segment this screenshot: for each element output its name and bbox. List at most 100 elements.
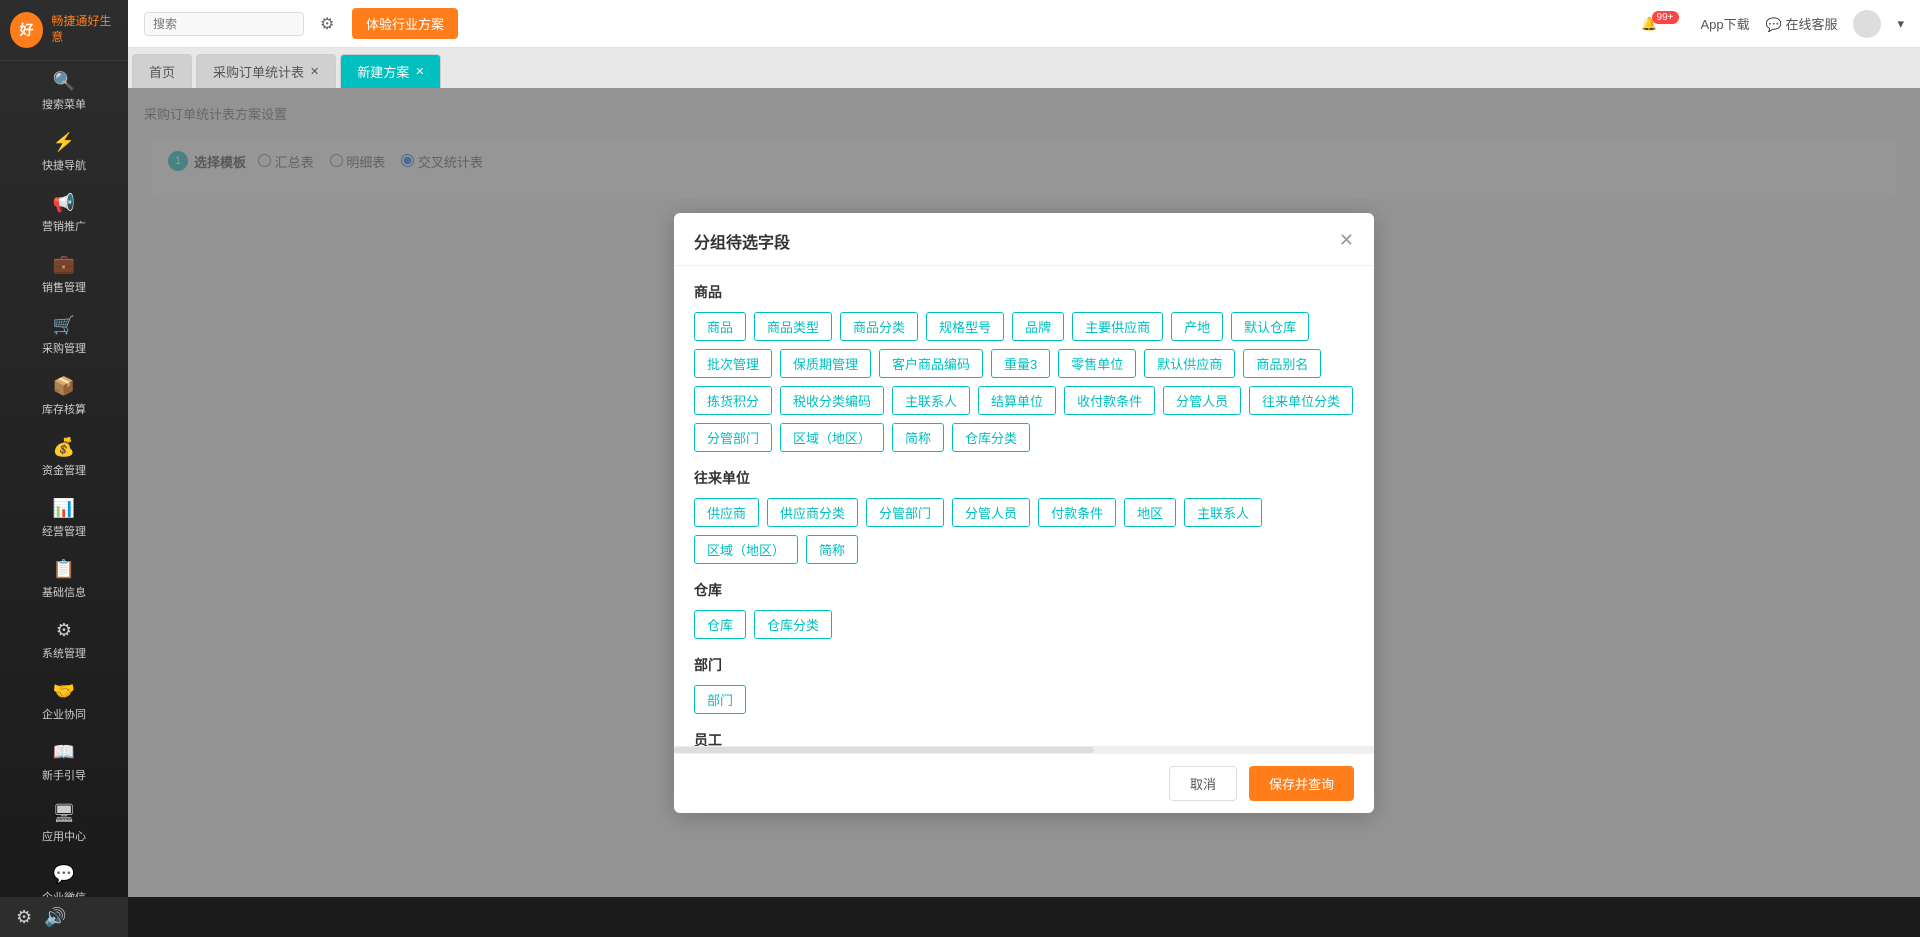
field-chip-0-21[interactable]: 往来单位分类 <box>1249 386 1353 415</box>
modal-header: 分组待选字段 ✕ <box>674 213 1374 266</box>
field-chip-1-2[interactable]: 分管部门 <box>866 498 944 527</box>
sidebar-item-4[interactable]: 🛒 采购管理 <box>42 305 86 366</box>
sidebar-icon-0: 🔍 <box>53 71 75 92</box>
field-chip-0-10[interactable]: 客户商品编码 <box>879 349 983 378</box>
horizontal-scrollbar[interactable] <box>674 746 1374 752</box>
section-title-4: 员工 <box>694 730 1354 747</box>
field-chip-0-22[interactable]: 分管部门 <box>694 423 772 452</box>
tab-close-1[interactable]: ✕ <box>310 65 319 78</box>
save-button[interactable]: 保存并查询 <box>1249 766 1354 801</box>
field-grid-3: 部门 <box>694 685 1354 714</box>
field-chip-0-16[interactable]: 税收分类编码 <box>780 386 884 415</box>
sidebar-icon-13: 💬 <box>53 864 75 885</box>
sidebar-item-12[interactable]: 🖥 应用中心 <box>42 793 86 854</box>
modal-body: 商品商品商品类型商品分类规格型号品牌主要供应商产地默认仓库批次管理保质期管理客户… <box>674 266 1374 747</box>
tab-close-2[interactable]: ✕ <box>415 65 424 78</box>
sidebar-item-10[interactable]: 🤝企业协同 <box>42 671 86 732</box>
field-chip-0-25[interactable]: 仓库分类 <box>952 423 1030 452</box>
sidebar-item-11[interactable]: 📖新手引导 <box>42 732 86 793</box>
notification-area[interactable]: 🔔99+ <box>1641 16 1684 32</box>
field-chip-0-11[interactable]: 重量3 <box>991 349 1050 378</box>
sidebar-icon-6: 💰 <box>53 437 75 458</box>
field-chip-1-5[interactable]: 地区 <box>1124 498 1176 527</box>
sidebar-icon-4: 🛒 <box>53 315 75 336</box>
field-chip-0-4[interactable]: 品牌 <box>1012 312 1064 341</box>
tab-1[interactable]: 采购订单统计表 ✕ <box>196 54 336 88</box>
field-chip-0-18[interactable]: 结算单位 <box>978 386 1056 415</box>
app-download-link[interactable]: App下载 <box>1701 14 1750 33</box>
user-avatar[interactable] <box>1853 10 1881 38</box>
field-chip-0-13[interactable]: 默认供应商 <box>1144 349 1235 378</box>
sidebar-item-1[interactable]: ⚡快捷导航 <box>42 122 86 183</box>
field-chip-1-6[interactable]: 主联系人 <box>1184 498 1262 527</box>
sidebar-icon-3: 💼 <box>53 254 75 275</box>
field-chip-1-4[interactable]: 付款条件 <box>1038 498 1116 527</box>
sidebar-item-3[interactable]: 💼销售管理 <box>42 244 86 305</box>
field-chip-0-12[interactable]: 零售单位 <box>1058 349 1136 378</box>
field-chip-2-0[interactable]: 仓库 <box>694 610 746 639</box>
section-title-2: 仓库 <box>694 580 1354 600</box>
sidebar-label-8: 基础信息 <box>42 584 86 600</box>
search-input[interactable] <box>144 12 304 36</box>
field-chip-0-23[interactable]: 区域（地区） <box>780 423 884 452</box>
tab-label-1: 采购订单统计表 <box>213 62 304 81</box>
sidebar-label-6: 资金管理 <box>42 462 86 478</box>
sidebar-icon-7: 📊 <box>53 498 75 519</box>
field-chip-0-14[interactable]: 商品别名 <box>1243 349 1321 378</box>
field-chip-0-2[interactable]: 商品分类 <box>840 312 918 341</box>
field-chip-1-7[interactable]: 区域（地区） <box>694 535 798 564</box>
modal-footer: 取消 保存并查询 <box>674 753 1374 813</box>
field-chip-1-0[interactable]: 供应商 <box>694 498 759 527</box>
field-chip-3-0[interactable]: 部门 <box>694 685 746 714</box>
section-title-1: 往来单位 <box>694 468 1354 488</box>
tab-0[interactable]: 首页 <box>132 54 192 88</box>
sidebar-item-0[interactable]: 🔍搜索菜单 <box>42 61 86 122</box>
sidebar-item-9[interactable]: ⚙系统管理 <box>42 610 86 671</box>
bottom-audio-icon[interactable]: 🔊 <box>44 907 66 928</box>
field-chip-0-15[interactable]: 拣货积分 <box>694 386 772 415</box>
field-chip-1-8[interactable]: 简称 <box>806 535 858 564</box>
app-logo: 好 畅捷通好生意 <box>0 0 128 61</box>
sidebar-item-5[interactable]: 📦库存核算 <box>42 366 86 427</box>
gear-icon[interactable]: ⚙ <box>320 14 334 34</box>
field-chip-1-3[interactable]: 分管人员 <box>952 498 1030 527</box>
field-chip-0-1[interactable]: 商品类型 <box>754 312 832 341</box>
field-chip-0-24[interactable]: 简称 <box>892 423 944 452</box>
field-grid-2: 仓库仓库分类 <box>694 610 1354 639</box>
field-select-modal: 分组待选字段 ✕ 商品商品商品类型商品分类规格型号品牌主要供应商产地默认仓库批次… <box>674 213 1374 813</box>
sidebar-item-8[interactable]: 📋 基础信息 <box>42 549 86 610</box>
field-chip-0-3[interactable]: 规格型号 <box>926 312 1004 341</box>
bottom-settings-icon[interactable]: ⚙ <box>16 907 32 928</box>
field-chip-0-9[interactable]: 保质期管理 <box>780 349 871 378</box>
field-chip-0-6[interactable]: 产地 <box>1171 312 1223 341</box>
topbar-right: 🔔99+ App下载 💬 在线客服 ▾ <box>1641 10 1904 38</box>
online-service-link[interactable]: 💬 在线客服 <box>1766 14 1838 33</box>
field-chip-0-17[interactable]: 主联系人 <box>892 386 970 415</box>
sidebar-label-9: 系统管理 <box>42 645 86 661</box>
field-chip-1-1[interactable]: 供应商分类 <box>767 498 858 527</box>
sidebar-icon-1: ⚡ <box>53 132 75 153</box>
cancel-button[interactable]: 取消 <box>1169 766 1237 801</box>
field-chip-0-5[interactable]: 主要供应商 <box>1072 312 1163 341</box>
field-chip-0-20[interactable]: 分管人员 <box>1163 386 1241 415</box>
user-menu[interactable]: ▾ <box>1897 16 1904 32</box>
field-chip-0-7[interactable]: 默认仓库 <box>1231 312 1309 341</box>
sidebar-icon-8: 📋 <box>53 559 75 580</box>
field-chip-0-19[interactable]: 收付款条件 <box>1064 386 1155 415</box>
sidebar-icon-12: 🖥 <box>53 803 76 824</box>
sidebar-item-6[interactable]: 💰 资金管理 <box>42 427 86 488</box>
experience-btn[interactable]: 体验行业方案 <box>352 8 458 39</box>
tab-label-2: 新建方案 <box>357 62 409 81</box>
sidebar-label-4: 采购管理 <box>42 340 86 356</box>
topbar: ⚙ 体验行业方案 🔔99+ App下载 💬 在线客服 ▾ <box>128 0 1920 48</box>
sidebar-item-7[interactable]: 📊经营管理 <box>42 488 86 549</box>
field-chip-2-1[interactable]: 仓库分类 <box>754 610 832 639</box>
sidebar-icon-11: 📖 <box>53 742 75 763</box>
field-chip-0-8[interactable]: 批次管理 <box>694 349 772 378</box>
sidebar-label-12: 应用中心 <box>42 828 86 844</box>
tab-2[interactable]: 新建方案 ✕ <box>340 54 441 88</box>
sidebar-item-2[interactable]: 📢营销推广 <box>42 183 86 244</box>
field-chip-0-0[interactable]: 商品 <box>694 312 746 341</box>
close-icon[interactable]: ✕ <box>1339 230 1354 251</box>
sidebar-label-5: 库存核算 <box>42 401 86 417</box>
